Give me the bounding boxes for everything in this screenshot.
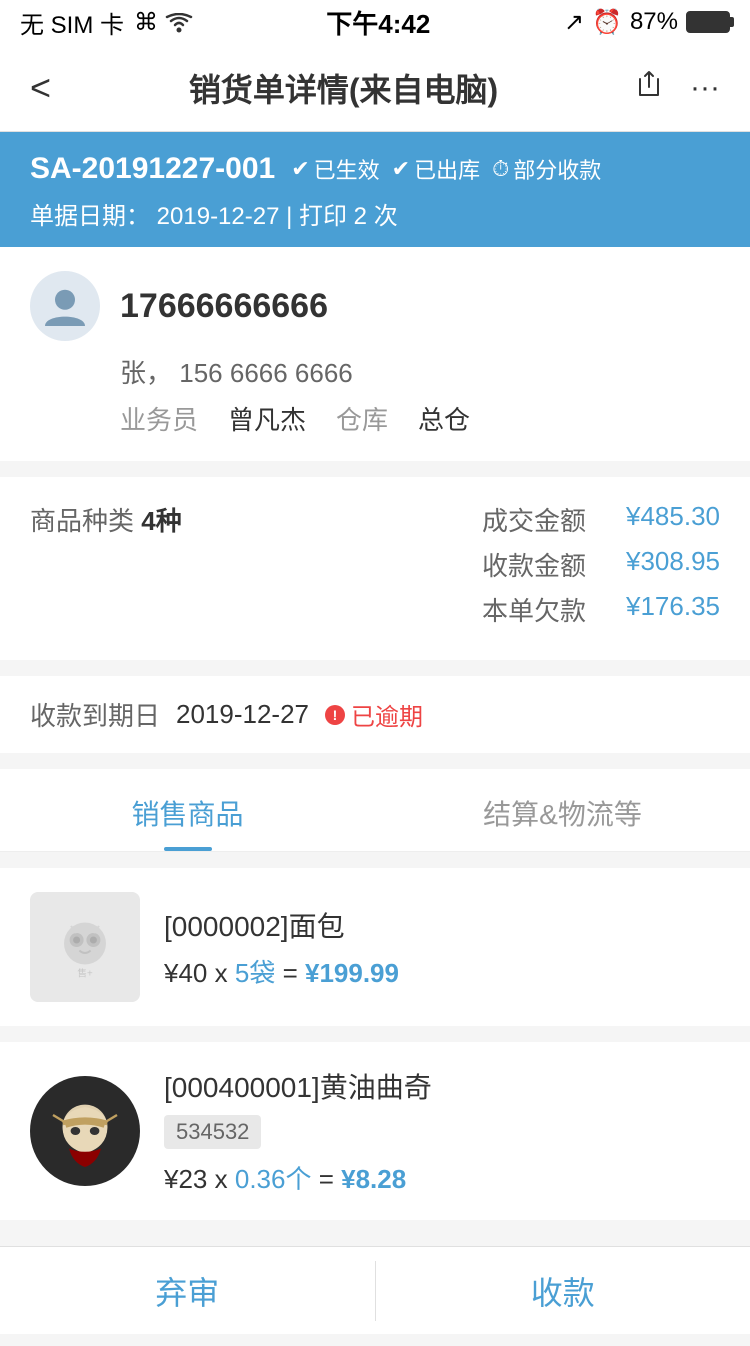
product-sku-2: 534532 [164, 1115, 261, 1149]
sales-label: 业务员 [120, 400, 198, 437]
product-info-1: [0000002]面包 ¥40 x 5袋 = ¥199.99 [164, 905, 720, 990]
bottom-toolbar: 弃审 收款 [0, 1246, 750, 1334]
type-label: 商品种类 [30, 506, 134, 536]
confirm-button[interactable]: 收款 [376, 1247, 750, 1334]
product-image-2 [30, 1076, 140, 1186]
overdue-icon: ! [325, 705, 345, 725]
battery-icon [686, 11, 730, 33]
stats-right: 成交金额 ¥485.30 收款金额 ¥308.95 本单欠款 ¥176.35 [482, 501, 720, 636]
price-qty-1: 5袋 [235, 958, 275, 988]
stats-received-row: 收款金额 ¥308.95 [482, 546, 720, 583]
overdue-badge: ! 已逾期 [325, 697, 423, 732]
nav-bar: < 销货单详情(来自电脑) ··· [0, 44, 750, 132]
date-label: 单据日期： [30, 203, 150, 230]
price-qty-2: 0.36个 [235, 1164, 312, 1194]
stats-left: 商品种类 4种 [30, 501, 182, 538]
clock-icon: ⏱ [492, 156, 509, 182]
due-date-value: 2019-12-27 [176, 699, 309, 730]
due-card: 收款到期日 2019-12-27 ! 已逾期 [0, 676, 750, 753]
amount-label: 成交金额 [482, 501, 586, 538]
status-badge-partial: ⏱ 部分收款 [492, 153, 601, 185]
tabs: 销售商品 结算&物流等 [0, 769, 750, 852]
type-count: 4种 [141, 506, 181, 536]
product-item-2: [000400001]黄油曲奇 534532 ¥23 x 0.36个 = ¥8.… [0, 1042, 750, 1220]
debt-label: 本单欠款 [482, 591, 586, 628]
customer-card: 17666666666 张， 156 6666 6666 业务员 曾凡杰 仓库 … [0, 247, 750, 461]
product-item-1: 售+ [0000002]面包 ¥40 x 5袋 = ¥199.99 [0, 868, 750, 1026]
more-button[interactable]: ··· [690, 71, 720, 105]
svg-text:售+: 售+ [77, 966, 93, 979]
wifi-icon: ⌘ [134, 8, 193, 37]
customer-top: 17666666666 [30, 271, 720, 341]
status-right: ↗ ⏰ 87% [564, 8, 730, 37]
print-info: | 打印 2 次 [286, 203, 398, 230]
price-total-1: ¥199.99 [305, 958, 399, 988]
warehouse-name: 总仓 [418, 400, 470, 437]
status-badge-effected: ✔ 已生效 [291, 153, 379, 185]
due-label: 收款到期日 [30, 696, 160, 733]
battery-text: 87% [630, 8, 678, 36]
carrier-text: 无 SIM 卡 [20, 5, 124, 40]
product-image-1: 售+ [30, 892, 140, 1002]
stats-amount-row: 成交金额 ¥485.30 [482, 501, 720, 538]
avatar [30, 271, 100, 341]
price-base-1: ¥40 [164, 958, 207, 988]
customer-info: 张， 156 6666 6666 [30, 353, 720, 390]
customer-name-text: 张， [120, 358, 172, 388]
banner-badges: ✔ 已生效 ✔ 已出库 ⏱ 部分收款 [291, 153, 601, 185]
status-time: 下午4:42 [326, 4, 430, 41]
share-button[interactable] [636, 69, 666, 107]
customer-meta: 业务员 曾凡杰 仓库 总仓 [30, 400, 720, 437]
check-icon-2: ✔ [392, 156, 410, 182]
status-badge-shipped: ✔ 已出库 [392, 153, 480, 185]
product-info-2: [000400001]黄油曲奇 534532 ¥23 x 0.36个 = ¥8.… [164, 1066, 720, 1196]
check-icon-1: ✔ [291, 156, 309, 182]
received-value: ¥308.95 [626, 546, 720, 583]
location-icon: ↗ [564, 8, 584, 37]
customer-phone: 17666666666 [120, 287, 328, 326]
sales-name: 曾凡杰 [228, 400, 306, 437]
product-name-2: [000400001]黄油曲奇 [164, 1066, 720, 1106]
cancel-button[interactable]: 弃审 [0, 1247, 375, 1334]
product-name-1: [0000002]面包 [164, 905, 720, 945]
amount-value: ¥485.30 [626, 501, 720, 538]
price-total-2: ¥8.28 [341, 1164, 406, 1194]
back-button[interactable]: < [30, 67, 51, 109]
stats-debt-row: 本单欠款 ¥176.35 [482, 591, 720, 628]
product-price-1: ¥40 x 5袋 = ¥199.99 [164, 953, 720, 990]
debt-value: ¥176.35 [626, 591, 720, 628]
header-banner: SA-20191227-001 ✔ 已生效 ✔ 已出库 ⏱ 部分收款 单据日期：… [0, 132, 750, 247]
tab-products[interactable]: 销售商品 [0, 769, 375, 851]
banner-date: 单据日期： 2019-12-27 | 打印 2 次 [30, 196, 720, 231]
product-price-2: ¥23 x 0.36个 = ¥8.28 [164, 1159, 720, 1196]
received-label: 收款金额 [482, 546, 586, 583]
status-left: 无 SIM 卡 ⌘ [20, 5, 193, 40]
status-bar: 无 SIM 卡 ⌘ 下午4:42 ↗ ⏰ 87% [0, 0, 750, 44]
order-date: 2019-12-27 [157, 203, 280, 230]
banner-top: SA-20191227-001 ✔ 已生效 ✔ 已出库 ⏱ 部分收款 [30, 152, 720, 186]
tab-settlement[interactable]: 结算&物流等 [375, 769, 750, 851]
order-id: SA-20191227-001 [30, 152, 275, 186]
warehouse-label: 仓库 [336, 400, 388, 437]
price-base-2: ¥23 [164, 1164, 207, 1194]
customer-contact-phone: 156 6666 6666 [179, 358, 353, 388]
stats-card: 商品种类 4种 成交金额 ¥485.30 收款金额 ¥308.95 本单欠款 ¥… [0, 477, 750, 660]
alarm-icon: ⏰ [592, 8, 622, 37]
overdue-text: 已逾期 [351, 697, 423, 732]
page-title: 销货单详情(来自电脑) [189, 65, 498, 111]
nav-actions: ··· [636, 69, 720, 107]
